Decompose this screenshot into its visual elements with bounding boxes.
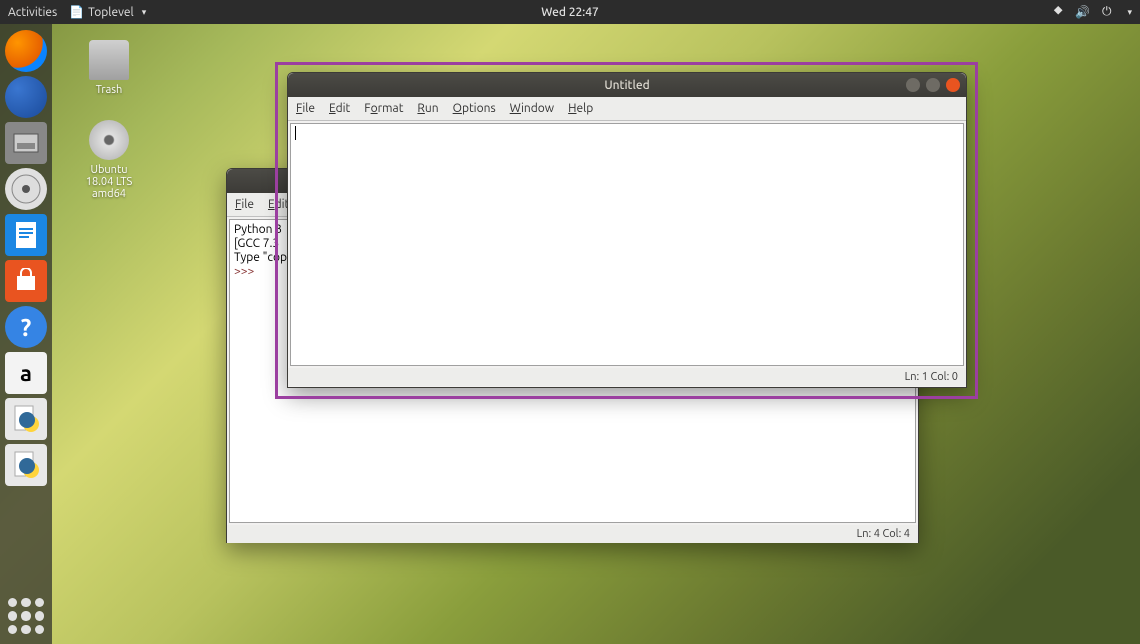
chevron-down-icon: ▾ [142,7,147,18]
power-icon[interactable]: ⏻ [1102,5,1112,19]
editor-titlebar[interactable]: Untitled [288,73,966,97]
dock-help[interactable]: ? [5,306,47,348]
maximize-button[interactable] [926,78,940,92]
app-menu-label: Toplevel [88,6,134,19]
drawer-icon [13,133,39,153]
shell-prompt: >>> [234,265,257,278]
shell-status-text: Ln: 4 Col: 4 [857,528,910,540]
editor-title: Untitled [604,79,649,92]
disc-icon [11,174,41,204]
desktop-dvd[interactable]: Ubuntu 18.04 LTS amd64 [77,120,141,200]
close-button[interactable] [946,78,960,92]
dock: ? a [0,24,52,644]
menu-run[interactable]: Run [417,102,438,115]
editor-status-text: Ln: 1 Col: 0 [905,371,958,383]
dock-ubuntu-software[interactable] [5,260,47,302]
volume-icon[interactable]: 🔊 [1075,5,1090,19]
menu-help[interactable]: Help [568,102,593,115]
activities-button[interactable]: Activities [8,6,57,19]
dock-libreoffice-writer[interactable] [5,214,47,256]
shell-statusbar: Ln: 4 Col: 4 [227,525,918,543]
menu-options[interactable]: Options [453,102,496,115]
editor-text-area[interactable] [290,123,964,366]
dock-files[interactable] [5,122,47,164]
app-menu[interactable]: 📄 Toplevel ▾ [69,5,146,19]
shell-line3: Type "cop [234,251,287,264]
desktop-trash-label: Trash [77,84,141,96]
menu-format[interactable]: Format [364,102,403,115]
document-icon [13,220,39,250]
menu-edit[interactable]: Edit [329,102,350,115]
shell-line1: Python 3 [234,223,282,236]
dock-rhythmbox[interactable] [5,168,47,210]
window-controls [906,78,960,92]
shell-menu-file[interactable]: File [235,198,254,211]
dock-amazon[interactable]: a [5,352,47,394]
dock-idle-1[interactable] [5,398,47,440]
dock-idle-2[interactable] [5,444,47,486]
clock[interactable]: Wed 22:47 [541,6,599,19]
gnome-top-bar: Activities 📄 Toplevel ▾ Wed 22:47 ⯁ 🔊 ⏻ … [0,0,1140,24]
network-icon[interactable]: ⯁ [1053,5,1063,19]
python-file-icon [11,404,41,434]
desktop-dvd-label: Ubuntu 18.04 LTS amd64 [77,164,141,200]
trash-icon [89,40,129,80]
dvd-icon [89,120,129,160]
bag-icon [13,268,39,294]
desktop-trash[interactable]: Trash [77,40,141,96]
editor-statusbar: Ln: 1 Col: 0 [288,368,966,386]
menu-window[interactable]: Window [510,102,554,115]
minimize-button[interactable] [906,78,920,92]
app-icon: 📄 [69,5,84,19]
dock-firefox[interactable] [5,30,47,72]
idle-editor-window[interactable]: Untitled File Edit Format Run Options Wi… [287,72,967,388]
show-applications-button[interactable] [8,598,44,634]
menu-file[interactable]: File [296,102,315,115]
text-cursor [295,126,296,140]
editor-menubar: File Edit Format Run Options Window Help [288,97,966,121]
chevron-down-icon: ▾ [1127,7,1132,18]
shell-line2: [GCC 7.3 [234,237,279,250]
python-file-icon [11,450,41,480]
dock-thunderbird[interactable] [5,76,47,118]
